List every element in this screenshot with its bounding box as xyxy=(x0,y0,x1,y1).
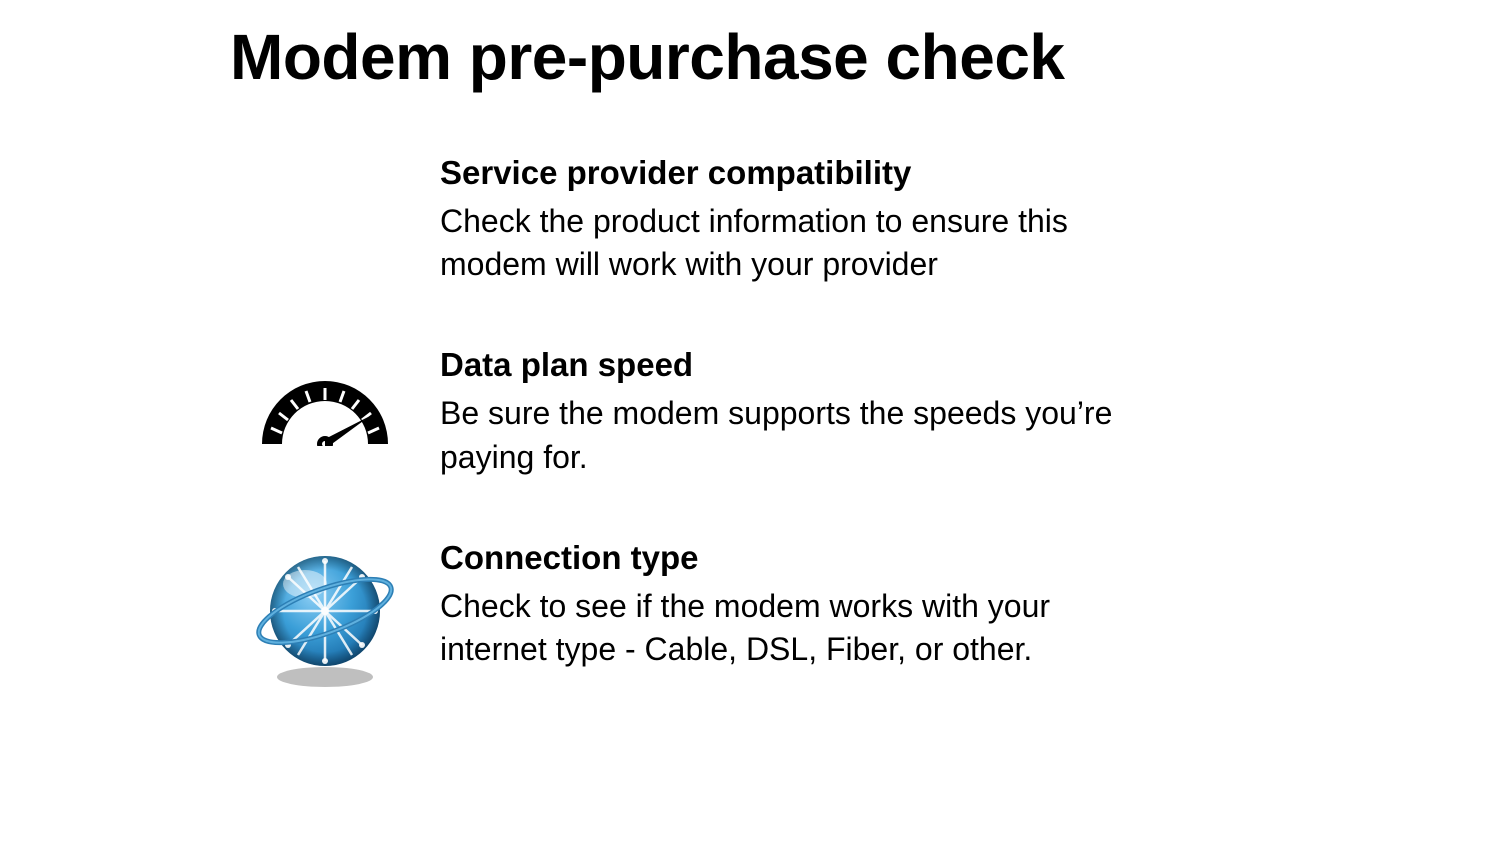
section-body: Check to see if the modem works with you… xyxy=(440,585,1160,671)
text-column: Connection type Check to see if the mode… xyxy=(440,539,1500,671)
section-connection-type: Connection type Check to see if the mode… xyxy=(0,539,1500,694)
page-title: Modem pre-purchase check xyxy=(230,20,1500,94)
globe-network-icon xyxy=(250,539,400,694)
section-service-provider: Service provider compatibility Check the… xyxy=(0,154,1500,286)
text-column: Data plan speed Be sure the modem suppor… xyxy=(440,346,1500,478)
icon-column-empty xyxy=(0,154,440,164)
icon-column xyxy=(0,346,440,451)
speedometer-icon xyxy=(250,366,400,451)
section-body: Be sure the modem supports the speeds yo… xyxy=(440,392,1160,478)
section-data-plan-speed: Data plan speed Be sure the modem suppor… xyxy=(0,346,1500,478)
icon-column xyxy=(0,539,440,694)
section-body: Check the product information to ensure … xyxy=(440,200,1160,286)
section-heading: Data plan speed xyxy=(440,346,1500,384)
text-column: Service provider compatibility Check the… xyxy=(440,154,1500,286)
section-heading: Service provider compatibility xyxy=(440,154,1500,192)
section-heading: Connection type xyxy=(440,539,1500,577)
